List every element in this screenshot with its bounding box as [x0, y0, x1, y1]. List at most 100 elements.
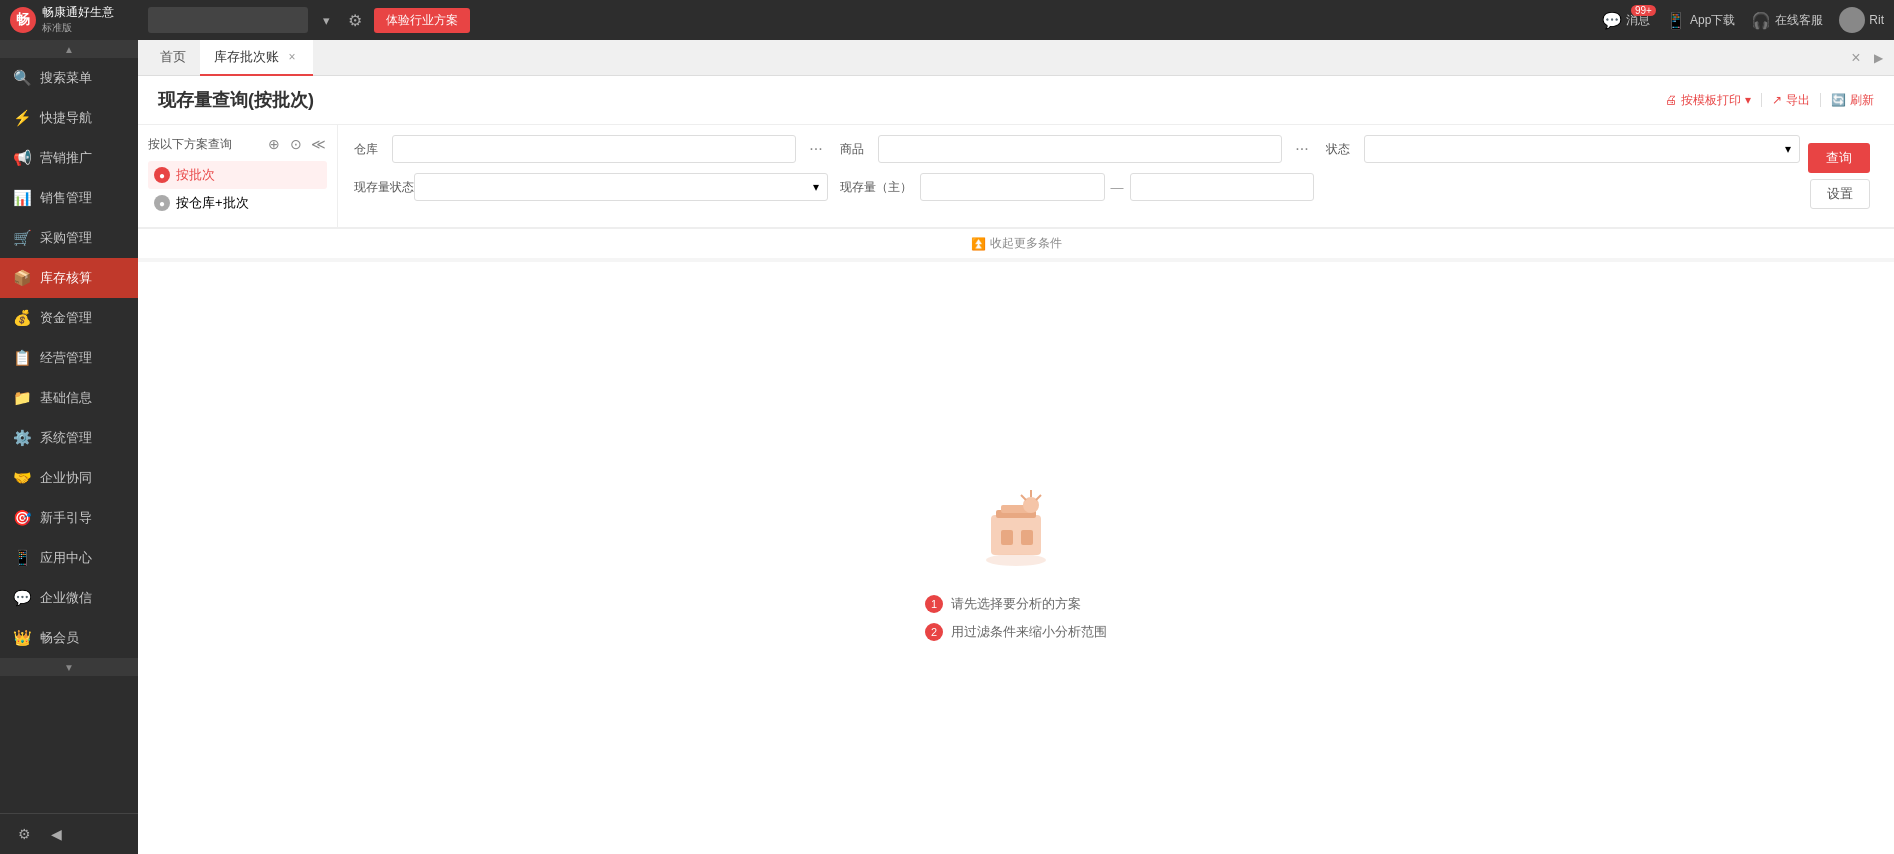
close-right-panel-button[interactable]: ×: [1846, 48, 1866, 68]
sidebar-item-wechat[interactable]: 💬 企业微信: [0, 578, 138, 618]
sidebar-scroll-down[interactable]: ▼: [0, 658, 138, 676]
sidebar-item-wechat-label: 企业微信: [40, 589, 92, 607]
sidebar-item-basic-label: 基础信息: [40, 389, 92, 407]
stock-status-label: 现存量状态: [354, 179, 406, 196]
enterprise-icon: 🤝: [12, 468, 32, 488]
scheme-collapse-icon[interactable]: ≪: [309, 135, 327, 153]
svg-line-6: [1021, 495, 1026, 500]
action-divider-2: [1820, 93, 1821, 107]
message-button[interactable]: 💬 消息 99+: [1602, 11, 1650, 30]
warehouse-filter-group: 仓库 ···: [354, 135, 828, 163]
sidebar-item-operation[interactable]: 📋 经营管理: [0, 338, 138, 378]
avatar: [1839, 7, 1865, 33]
sidebar-item-inventory-label: 库存核算: [40, 269, 92, 287]
tab-home[interactable]: 首页: [146, 40, 200, 76]
print-button[interactable]: 🖨 按模板打印 ▾: [1665, 92, 1751, 109]
sidebar-item-system-label: 系统管理: [40, 429, 92, 447]
online-service-button[interactable]: 🎧 在线客服: [1751, 11, 1823, 30]
sidebar-item-search-label: 搜索菜单: [40, 69, 92, 87]
query-top: 按以下方案查询 ⊕ ⊙ ≪ ● 按批次 ● 按仓库+批次: [138, 125, 1894, 228]
sidebar-item-quick-nav-label: 快捷导航: [40, 109, 92, 127]
add-scheme-button[interactable]: ⊕: [265, 135, 283, 153]
sidebar-item-app-center[interactable]: 📱 应用中心: [0, 538, 138, 578]
step-num-2: 2: [925, 623, 943, 641]
settings-button[interactable]: 设置: [1810, 179, 1870, 209]
export-icon: ↗: [1772, 93, 1782, 107]
sidebar-item-operation-label: 经营管理: [40, 349, 92, 367]
industry-button[interactable]: 体验行业方案: [374, 8, 470, 33]
sidebar-item-marketing[interactable]: 📢 营销推广: [0, 138, 138, 178]
warehouse-input[interactable]: [392, 135, 796, 163]
stock-status-filter-group: 现存量状态 ▾: [354, 173, 828, 201]
sidebar-item-purchase[interactable]: 🛒 采购管理: [0, 218, 138, 258]
user-name: Rit: [1869, 13, 1884, 27]
sidebar-item-inventory[interactable]: 📦 库存核算: [0, 258, 138, 298]
sidebar-item-newbie[interactable]: 🎯 新手引导: [0, 498, 138, 538]
message-badge: 99+: [1631, 5, 1656, 16]
basic-icon: 📁: [12, 388, 32, 408]
sidebar-item-basic[interactable]: 📁 基础信息: [0, 378, 138, 418]
topbar: 畅 畅康通好生意 标准版 ▾ ⚙ 体验行业方案 💬 消息 99+ 📱 App下载…: [0, 0, 1894, 40]
filter-row-1: 仓库 ··· 商品 ···: [354, 135, 1800, 163]
app-logo: 畅 畅康通好生意 标准版: [10, 5, 140, 35]
quick-nav-icon: ⚡: [12, 108, 32, 128]
empty-state: 1 请先选择要分析的方案 2 用过滤条件来缩小分析范围: [138, 262, 1894, 854]
expand-icon[interactable]: ▶: [1870, 50, 1886, 66]
collapse-more-conditions-button[interactable]: ⏫ 收起更多条件: [138, 228, 1894, 258]
sidebar-item-search[interactable]: 🔍 搜索菜单: [0, 58, 138, 98]
stock-status-dropdown[interactable]: ▾: [414, 173, 828, 201]
search-dropdown-icon[interactable]: ▾: [316, 10, 336, 30]
stock-qty-min-input[interactable]: [920, 173, 1105, 201]
sidebar-item-sales-label: 销售管理: [40, 189, 92, 207]
sidebar-item-sales[interactable]: 📊 销售管理: [0, 178, 138, 218]
sidebar-item-quick-nav[interactable]: ⚡ 快捷导航: [0, 98, 138, 138]
settings-icon[interactable]: ⚙: [344, 9, 366, 31]
svg-rect-1: [991, 515, 1041, 555]
content-area: 首页 库存批次账 × × ▶ 现存量查询(按批次) 🖨 按模板打印 ▾: [138, 40, 1894, 854]
goods-label: 商品: [840, 141, 870, 158]
search-input[interactable]: [148, 7, 308, 33]
footer-collapse-icon[interactable]: ◀: [44, 822, 68, 846]
status-dropdown[interactable]: ▾: [1364, 135, 1800, 163]
scheme-warehouse-batch-label: 按仓库+批次: [176, 194, 249, 212]
tab-close-icon[interactable]: ×: [285, 50, 299, 64]
refresh-button[interactable]: 🔄 刷新: [1831, 92, 1874, 109]
filter-row-1-wrapper: 仓库 ··· 商品 ···: [354, 135, 1878, 217]
scheme-item-warehouse-batch[interactable]: ● 按仓库+批次: [148, 189, 327, 217]
app-download-button[interactable]: 📱 App下载: [1666, 11, 1735, 30]
tab-batch-account[interactable]: 库存批次账 ×: [200, 40, 313, 76]
operation-icon: 📋: [12, 348, 32, 368]
tab-bar-right: × ▶: [1846, 48, 1886, 68]
query-buttons: 查询 设置: [1808, 135, 1878, 217]
export-button[interactable]: ↗ 导出: [1772, 92, 1810, 109]
page-title: 现存量查询(按批次): [158, 88, 314, 112]
app-center-icon: 📱: [12, 548, 32, 568]
footer-settings-icon[interactable]: ⚙: [12, 822, 36, 846]
sidebar-item-enterprise[interactable]: 🤝 企业协同: [0, 458, 138, 498]
sidebar-footer: ⚙ ◀: [0, 813, 138, 854]
logo-icon: 畅: [10, 7, 36, 33]
user-avatar-area[interactable]: Rit: [1839, 7, 1884, 33]
status-label: 状态: [1326, 141, 1356, 158]
stock-qty-filter-group: 现存量（主） —: [840, 173, 1314, 201]
goods-filter-group: 商品 ···: [840, 135, 1314, 163]
warehouse-more-button[interactable]: ···: [804, 137, 828, 161]
tab-bar: 首页 库存批次账 × × ▶: [138, 40, 1894, 76]
status-filter-group: 状态 ▾: [1326, 135, 1800, 163]
sidebar-item-system[interactable]: ⚙️ 系统管理: [0, 418, 138, 458]
sidebar-item-finance[interactable]: 💰 资金管理: [0, 298, 138, 338]
sales-icon: 📊: [12, 188, 32, 208]
sidebar-scroll-up[interactable]: ▲: [0, 40, 138, 58]
goods-input[interactable]: [878, 135, 1282, 163]
sidebar-item-member[interactable]: 👑 畅会员: [0, 618, 138, 658]
query-button[interactable]: 查询: [1808, 143, 1870, 173]
goods-more-button[interactable]: ···: [1290, 137, 1314, 161]
page-actions: 🖨 按模板打印 ▾ ↗ 导出 🔄 刷新: [1665, 92, 1874, 109]
marketing-icon: 📢: [12, 148, 32, 168]
scheme-settings-icon[interactable]: ⊙: [287, 135, 305, 153]
stock-qty-range: —: [920, 173, 1314, 201]
main-layout: ▲ 🔍 搜索菜单 ⚡ 快捷导航 📢 营销推广 📊 销售管理 🛒 采购管理 📦 库…: [0, 40, 1894, 854]
scheme-item-batch[interactable]: ● 按批次: [148, 161, 327, 189]
stock-qty-max-input[interactable]: [1130, 173, 1315, 201]
status-dropdown-icon: ▾: [1785, 142, 1791, 156]
